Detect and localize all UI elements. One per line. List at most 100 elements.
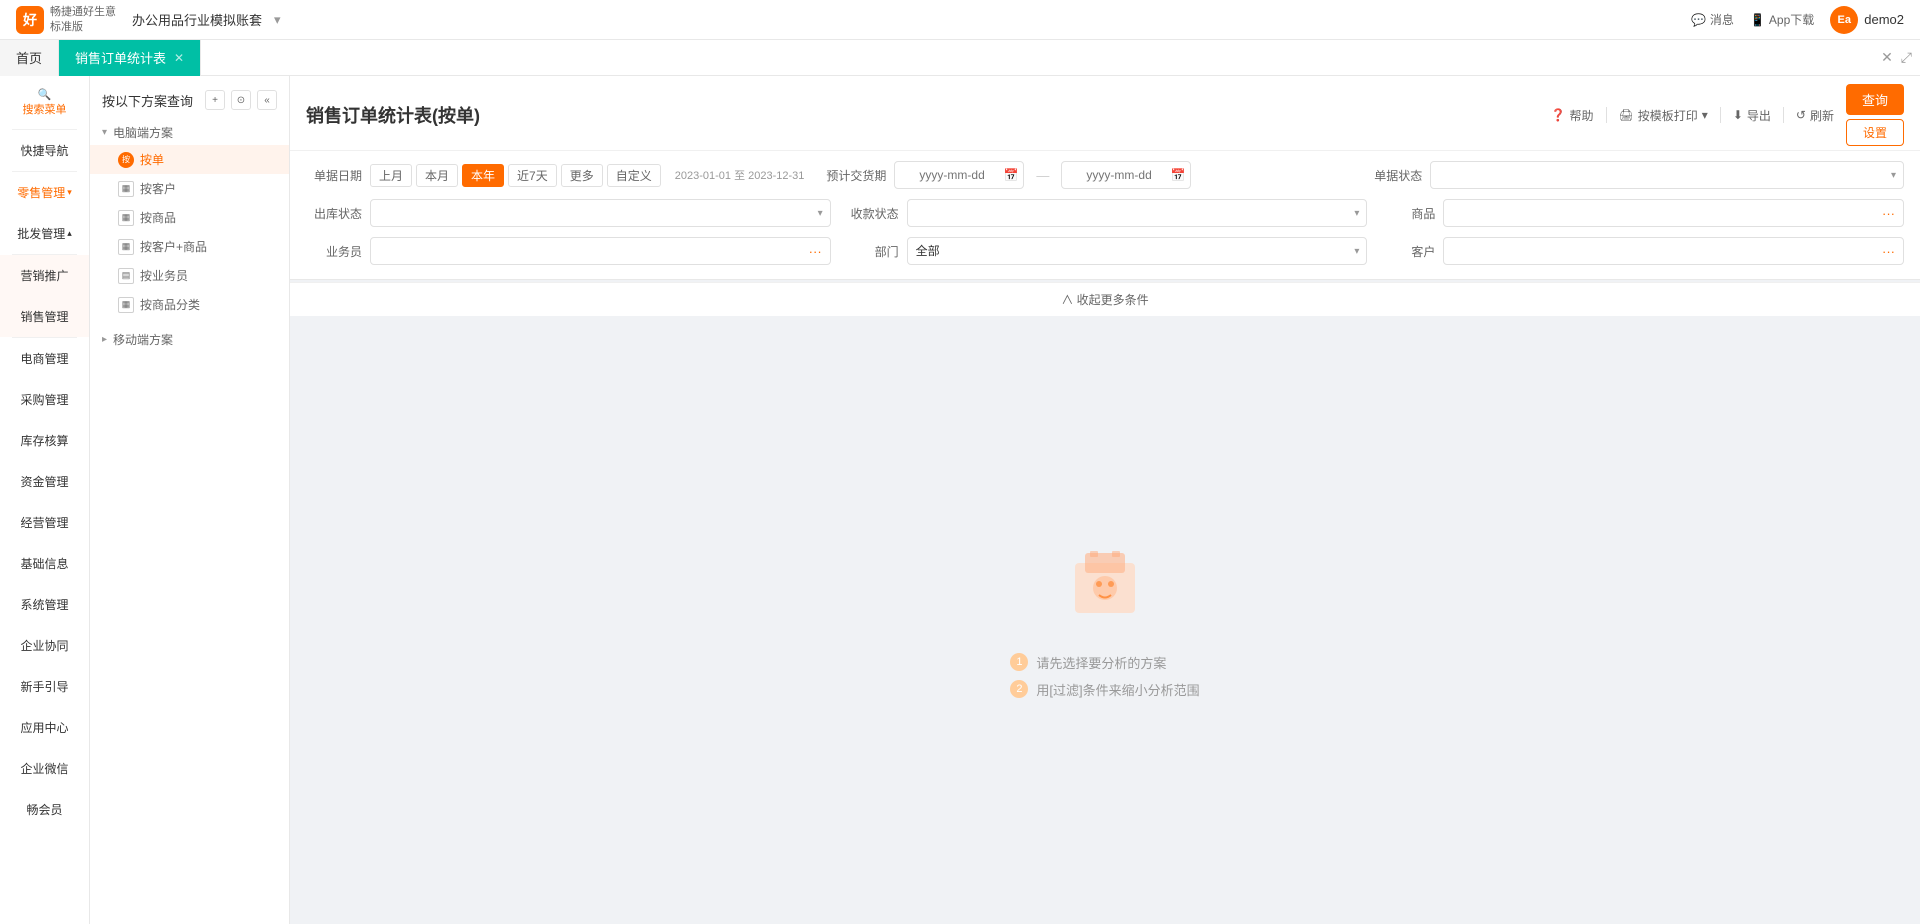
goods-dots-icon[interactable]: ···: [1882, 206, 1895, 221]
panel-item-by-order[interactable]: 按 按单: [90, 145, 289, 174]
pay-status-select[interactable]: 未收款 部分收款 已收款: [907, 199, 1368, 227]
preset-this-year[interactable]: 本年: [462, 164, 504, 187]
dept-label: 部门: [843, 243, 899, 260]
panel-add-icon[interactable]: +: [205, 90, 225, 110]
sidebar-item-system[interactable]: 系统管理: [0, 584, 89, 625]
expected-date-label: 预计交货期: [816, 167, 886, 184]
panel-item-by-salesperson[interactable]: ▤ 按业务员: [90, 261, 289, 290]
sidebar-item-newguide[interactable]: 新手引导: [0, 666, 89, 707]
chevron-right-icon: ▸: [102, 334, 107, 345]
preset-more[interactable]: 更多: [561, 164, 603, 187]
hint-1: 1 请先选择要分析的方案: [1010, 653, 1199, 672]
grid4-icon: ▦: [118, 297, 134, 313]
panel-item-by-goods[interactable]: ▦ 按商品: [90, 203, 289, 232]
user-info[interactable]: Ea demo2: [1830, 6, 1904, 34]
customer-label: 客户: [1379, 243, 1435, 260]
help-button[interactable]: ❓ 帮助: [1551, 107, 1594, 124]
collapse-bar[interactable]: ∧ 收起更多条件: [290, 282, 1920, 316]
pay-status-cell: 收款状态 未收款 部分收款 已收款 ▾: [843, 199, 1368, 227]
logo-icon: 好: [16, 6, 44, 34]
circle-icon: 按: [118, 152, 134, 168]
panel-section-pc: ▾ 电脑端方案 按 按单 ▦ 按客户 ▦ 按商品 ▦ 按客户+商品 ▤ 按业务员: [90, 116, 289, 323]
tab-close-icon[interactable]: ✕: [174, 51, 184, 65]
sidebar-item-wholesale[interactable]: 批发管理 ▴: [0, 213, 89, 254]
query-button[interactable]: 查询: [1846, 84, 1904, 115]
expand-window-icon[interactable]: ⤢: [1901, 49, 1912, 66]
date-to-input[interactable]: [1061, 161, 1191, 189]
settings-button[interactable]: 设置: [1846, 119, 1904, 146]
right-area: 销售订单统计表(按单) ❓ 帮助 🖨 按模板打印 ▾ ⬇ 导出: [290, 76, 1920, 924]
preset-custom[interactable]: 自定义: [607, 164, 661, 187]
print-button[interactable]: 🖨 按模板打印 ▾: [1619, 107, 1708, 124]
collapse-label: 收起更多条件: [1077, 293, 1149, 307]
tab-home[interactable]: 首页: [0, 40, 59, 76]
salesperson-dots-icon[interactable]: ···: [809, 244, 822, 259]
sidebar-item-appcenter[interactable]: 应用中心: [0, 707, 89, 748]
logo-area: 好 畅捷通好生意 标准版: [16, 5, 116, 34]
sidebar-item-finance[interactable]: 资金管理: [0, 461, 89, 502]
sidebar-item-wechat[interactable]: 企业微信: [0, 748, 89, 789]
preset-this-month[interactable]: 本月: [416, 164, 458, 187]
panel-section-pc-header[interactable]: ▾ 电脑端方案: [90, 120, 289, 145]
date-from-input[interactable]: [894, 161, 1024, 189]
close-window-icon[interactable]: ✕: [1881, 49, 1893, 66]
preset-7days[interactable]: 近7天: [508, 164, 557, 187]
user-name: demo2: [1864, 12, 1904, 27]
app-download-button[interactable]: 📱 App下载: [1750, 11, 1814, 28]
filter-row-3: 业务员 ··· 部门 全部 ▾ 客户: [306, 237, 1904, 265]
print-arrow-icon: ▾: [1702, 108, 1708, 122]
date-from-wrap: 📅: [894, 161, 1024, 189]
panel-collapse-icon[interactable]: «: [257, 90, 277, 110]
sidebar-item-member[interactable]: 畅会员: [0, 789, 89, 830]
panel-item-by-customer-goods[interactable]: ▦ 按客户+商品: [90, 232, 289, 261]
top-bar-left: 好 畅捷通好生意 标准版 办公用品行业模拟账套 ▾: [16, 5, 281, 34]
filter-area: 单据日期 上月 本月 本年 近7天 更多 自定义 2023-01-01 至 20…: [290, 151, 1920, 280]
tabs-bar: 首页 销售订单统计表 ✕ ✕ ⤢: [0, 40, 1920, 76]
sidebar-item-basicinfo[interactable]: 基础信息: [0, 543, 89, 584]
status-select[interactable]: 草稿 审核中 已审核: [1430, 161, 1904, 189]
page-title: 销售订单统计表(按单): [306, 102, 480, 128]
panel-section-mobile: ▸ 移动端方案: [90, 323, 289, 356]
sidebar-item-marketing[interactable]: 营销推广: [0, 255, 89, 296]
sidebar-item-inventory[interactable]: 库存核算: [0, 420, 89, 461]
sidebar-item-quicknav[interactable]: 快捷导航: [0, 130, 89, 171]
tab-sales-order[interactable]: 销售订单统计表 ✕: [59, 40, 201, 76]
hint-num-1: 1: [1010, 653, 1028, 671]
date-sep: —: [1036, 168, 1049, 183]
dept-select[interactable]: 全部: [907, 237, 1368, 265]
panel-settings-icon[interactable]: ⊙: [231, 90, 251, 110]
export-button[interactable]: ⬇ 导出: [1733, 107, 1771, 124]
pay-status-label: 收款状态: [843, 205, 899, 222]
top-title[interactable]: 办公用品行业模拟账套: [132, 10, 262, 29]
top-title-arrow[interactable]: ▾: [274, 12, 281, 28]
filter-row-2: 出库状态 未出库 部分出库 全部出库 ▾ 收款状态: [306, 199, 1904, 227]
sidebar-item-cooperation[interactable]: 企业协同: [0, 625, 89, 666]
date-label: 单据日期: [306, 167, 362, 184]
panel-item-by-customer[interactable]: ▦ 按客户: [90, 174, 289, 203]
date-filter-cell: 单据日期 上月 本月 本年 近7天 更多 自定义 2023-01-01 至 20…: [306, 164, 804, 187]
hint-num-2: 2: [1010, 680, 1028, 698]
preset-last-month[interactable]: 上月: [370, 164, 412, 187]
customer-dots-icon[interactable]: ···: [1882, 244, 1895, 259]
search-icon: 🔍: [0, 88, 89, 101]
page-actions: ❓ 帮助 🖨 按模板打印 ▾ ⬇ 导出 ↺ 刷新: [1551, 84, 1904, 146]
status-cell: 单据状态 草稿 审核中 已审核 ▾: [1366, 161, 1904, 189]
message-button[interactable]: 💬 消息: [1691, 11, 1734, 28]
sidebar-item-ecommerce[interactable]: 电商管理: [0, 338, 89, 379]
date-presets: 上月 本月 本年 近7天 更多 自定义: [370, 164, 661, 187]
collapse-icon: ∧: [1061, 293, 1076, 307]
ship-status-cell: 出库状态 未出库 部分出库 全部出库 ▾: [306, 199, 831, 227]
sidebar-item-retail[interactable]: 零售管理 ▾: [0, 172, 89, 213]
panel-item-by-goods-category[interactable]: ▦ 按商品分类: [90, 290, 289, 319]
sidebar-item-purchase[interactable]: 采购管理: [0, 379, 89, 420]
sidebar-item-management[interactable]: 经营管理: [0, 502, 89, 543]
sidebar-item-search[interactable]: 🔍 搜索菜单: [0, 76, 89, 129]
goods-input-wrap: ···: [1443, 199, 1904, 227]
refresh-button[interactable]: ↺ 刷新: [1796, 107, 1834, 124]
dept-select-wrap: 全部 ▾: [907, 237, 1368, 265]
query-btns: 查询 设置: [1846, 84, 1904, 146]
grid2-icon: ▦: [118, 210, 134, 226]
sidebar-item-sales[interactable]: 销售管理: [0, 296, 89, 337]
panel-section-mobile-header[interactable]: ▸ 移动端方案: [90, 327, 289, 352]
ship-status-select[interactable]: 未出库 部分出库 全部出库: [370, 199, 831, 227]
